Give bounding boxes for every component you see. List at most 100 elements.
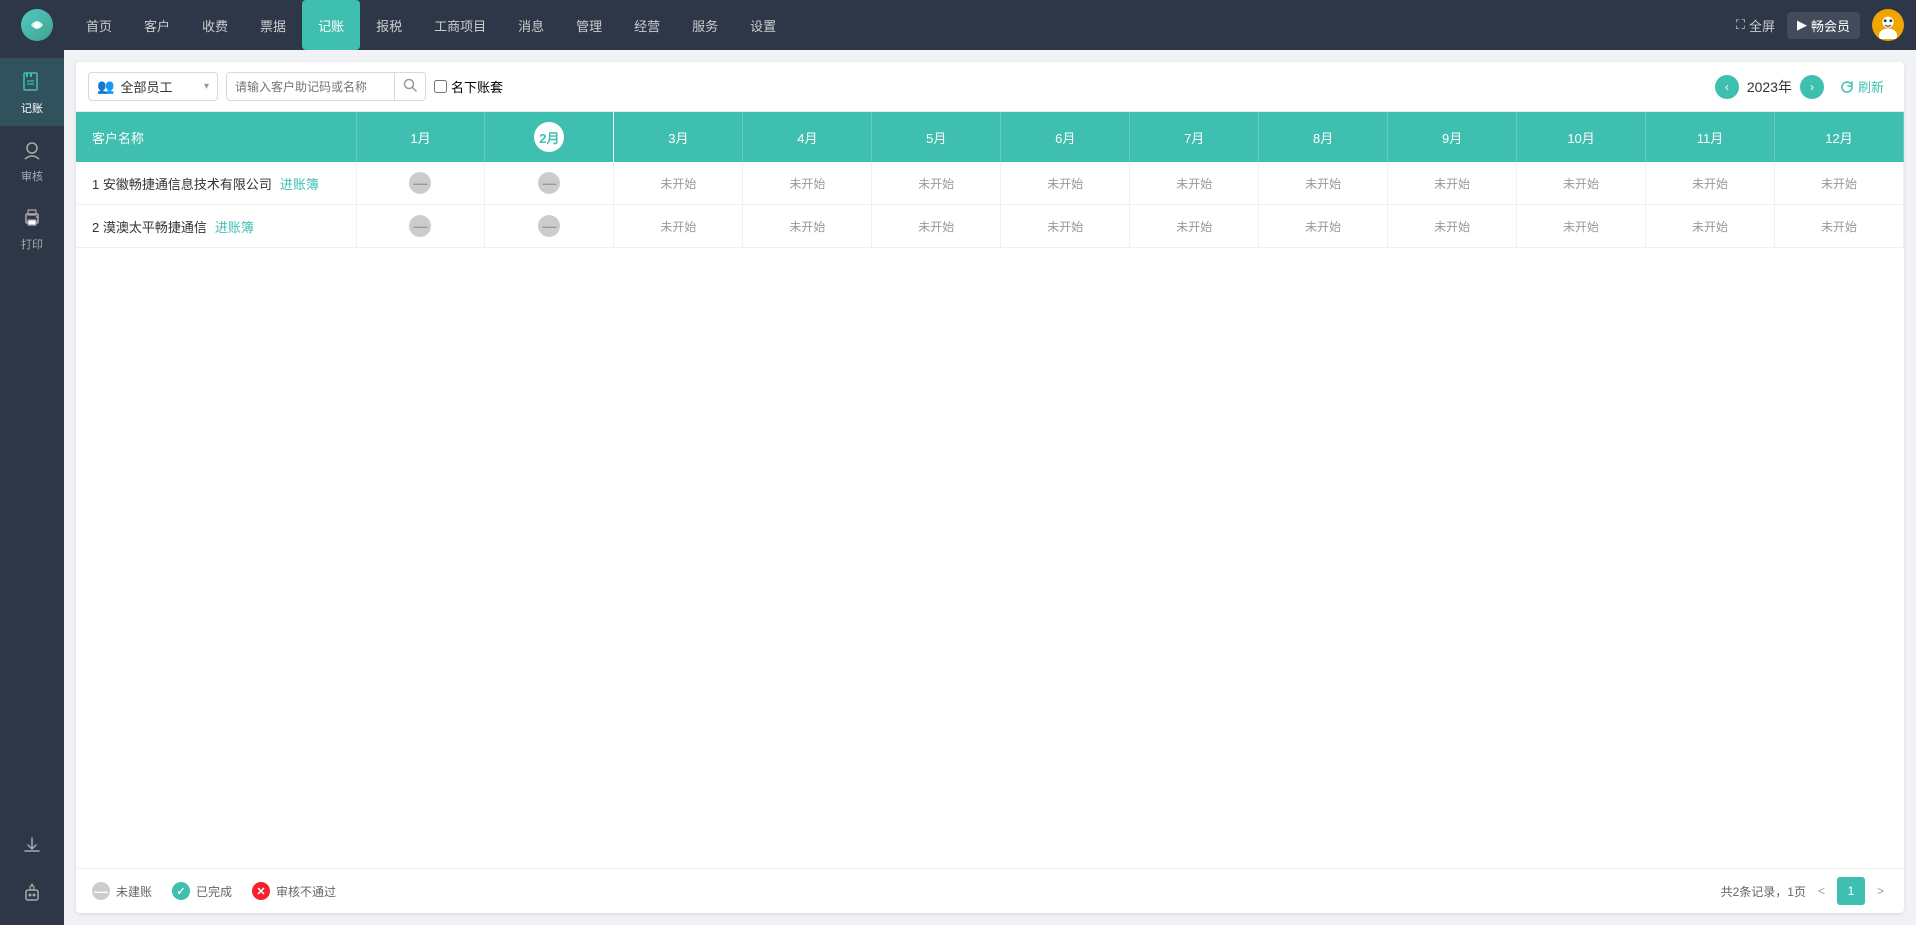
main-layout: 记账 审核 打印 — [0, 50, 1916, 925]
legend-not-started: 未建账 — [92, 882, 152, 900]
client-name-text: 漠澳太平畅捷通信 — [103, 220, 207, 235]
status-not-started-text: 未开始 — [789, 220, 825, 234]
prev-year-button[interactable]: ‹ — [1715, 75, 1739, 99]
review-icon — [18, 136, 46, 164]
status-not-started-text: 未开始 — [1692, 177, 1728, 191]
top-navigation: 首页 客户 收费 票据 记账 报税 工商项目 消息 管理 经营 服务 设置 ⛶ … — [0, 0, 1916, 50]
cell-month-7: 未开始 — [1130, 205, 1259, 248]
fullscreen-button[interactable]: ⛶ 全屏 — [1736, 16, 1775, 35]
cell-month-9: 未开始 — [1388, 162, 1517, 205]
status-not-started-text: 未开始 — [1047, 177, 1083, 191]
legend-rejected: 审核不通过 — [252, 882, 336, 900]
status-not-started-text: 未开始 — [1563, 220, 1599, 234]
cell-month-3: 未开始 — [614, 162, 743, 205]
nav-message[interactable]: 消息 — [502, 0, 560, 50]
cell-month-5: 未开始 — [872, 162, 1001, 205]
nav-operation[interactable]: 经营 — [618, 0, 676, 50]
nav-tax[interactable]: 报税 — [360, 0, 418, 50]
page-1-button[interactable]: 1 — [1837, 877, 1865, 905]
year-display: 2023年 — [1747, 77, 1792, 97]
nav-home[interactable]: 首页 — [70, 0, 128, 50]
search-button[interactable] — [394, 73, 425, 100]
col-month-1: 1月 — [356, 112, 485, 162]
prev-page-button[interactable]: < — [1814, 880, 1829, 902]
sidebar-item-print[interactable]: 打印 — [0, 194, 64, 262]
my-accounts-input[interactable] — [434, 80, 447, 93]
status-not-started-text: 未开始 — [660, 177, 696, 191]
chevron-down-icon: ▾ — [204, 81, 209, 92]
next-page-button[interactable]: > — [1873, 880, 1888, 902]
year-navigation: ‹ 2023年 › — [1715, 75, 1824, 99]
status-dash-icon: — — [409, 215, 431, 237]
toolbar: 👥 全部员工 ▾ 名下账套 — [76, 62, 1904, 112]
cell-month-11: 未开始 — [1646, 205, 1775, 248]
legend-red-dot — [252, 882, 270, 900]
col-month-8: 8月 — [1259, 112, 1388, 162]
bookkeeping-icon — [18, 68, 46, 96]
nav-right-actions: ⛶ 全屏 ▶ 畅会员 — [1736, 9, 1904, 41]
fullscreen-icon: ⛶ — [1736, 17, 1745, 33]
member-label: 畅会员 — [1811, 16, 1850, 35]
sidebar-item-bookkeeping[interactable]: 记账 — [0, 58, 64, 126]
enter-ledger-link[interactable]: 进账簿 — [280, 177, 319, 192]
table-row: 2 漠澳太平畅捷通信进账簿——未开始未开始未开始未开始未开始未开始未开始未开始未… — [76, 205, 1904, 248]
sidebar-item-robot[interactable] — [0, 869, 64, 917]
employee-select[interactable]: 👥 全部员工 ▾ — [88, 72, 218, 101]
status-not-started-text: 未开始 — [789, 177, 825, 191]
cell-month-1: — — [356, 205, 485, 248]
user-avatar[interactable] — [1872, 9, 1904, 41]
status-not-started-text: 未开始 — [1305, 220, 1341, 234]
col-month-10: 10月 — [1517, 112, 1646, 162]
download-icon — [18, 831, 46, 859]
my-accounts-checkbox[interactable]: 名下账套 — [434, 77, 503, 96]
print-icon — [18, 204, 46, 232]
my-accounts-label: 名下账套 — [451, 77, 503, 96]
col-month-6: 6月 — [1001, 112, 1130, 162]
sidebar-item-download[interactable] — [0, 821, 64, 869]
sidebar-bottom — [0, 821, 64, 917]
refresh-button[interactable]: 刷新 — [1832, 73, 1892, 100]
status-not-started-text: 未开始 — [1821, 177, 1857, 191]
cell-month-4: 未开始 — [743, 205, 872, 248]
status-not-started-text: 未开始 — [1821, 220, 1857, 234]
col-month-2: 2月 — [485, 112, 614, 162]
employee-select-text: 全部员工 — [120, 77, 198, 96]
left-sidebar: 记账 审核 打印 — [0, 50, 64, 925]
status-not-started-text: 未开始 — [1434, 220, 1470, 234]
table-header-row: 客户名称 1月 2月 3月 4月 5月 6月 7月 8月 9月 — [76, 112, 1904, 162]
nav-settings[interactable]: 设置 — [734, 0, 792, 50]
status-not-started-text: 未开始 — [1176, 177, 1212, 191]
sidebar-bookkeeping-label: 记账 — [21, 100, 43, 116]
employee-icon: 👥 — [97, 78, 114, 95]
col-month-3: 3月 — [614, 112, 743, 162]
status-not-started-text: 未开始 — [1692, 220, 1728, 234]
legend-green-dot — [172, 882, 190, 900]
nav-manage[interactable]: 管理 — [560, 0, 618, 50]
legend-rejected-label: 审核不通过 — [276, 883, 336, 900]
pagination: 共2条记录，1页 < 1 > — [1721, 877, 1888, 905]
col-month-11: 11月 — [1646, 112, 1775, 162]
nav-customer[interactable]: 客户 — [128, 0, 186, 50]
client-number: 1 — [92, 177, 103, 192]
cell-month-5: 未开始 — [872, 205, 1001, 248]
cell-month-2: — — [485, 162, 614, 205]
member-button[interactable]: ▶ 畅会员 — [1787, 12, 1860, 39]
nav-bookkeeping[interactable]: 记账 — [302, 0, 360, 50]
next-year-button[interactable]: › — [1800, 75, 1824, 99]
nav-service[interactable]: 服务 — [676, 0, 734, 50]
logo-icon — [21, 9, 53, 41]
cell-month-8: 未开始 — [1259, 162, 1388, 205]
cell-month-10: 未开始 — [1517, 162, 1646, 205]
status-not-started-text: 未开始 — [1047, 220, 1083, 234]
cell-month-6: 未开始 — [1001, 205, 1130, 248]
nav-invoice[interactable]: 票据 — [244, 0, 302, 50]
search-input[interactable] — [227, 75, 394, 99]
enter-ledger-link[interactable]: 进账簿 — [215, 220, 254, 235]
status-dash-icon: — — [409, 172, 431, 194]
nav-fees[interactable]: 收费 — [186, 0, 244, 50]
nav-business[interactable]: 工商项目 — [418, 0, 502, 50]
current-month-badge: 2月 — [534, 122, 564, 152]
status-not-started-text: 未开始 — [918, 177, 954, 191]
sidebar-item-review[interactable]: 审核 — [0, 126, 64, 194]
col-month-12: 12月 — [1774, 112, 1903, 162]
